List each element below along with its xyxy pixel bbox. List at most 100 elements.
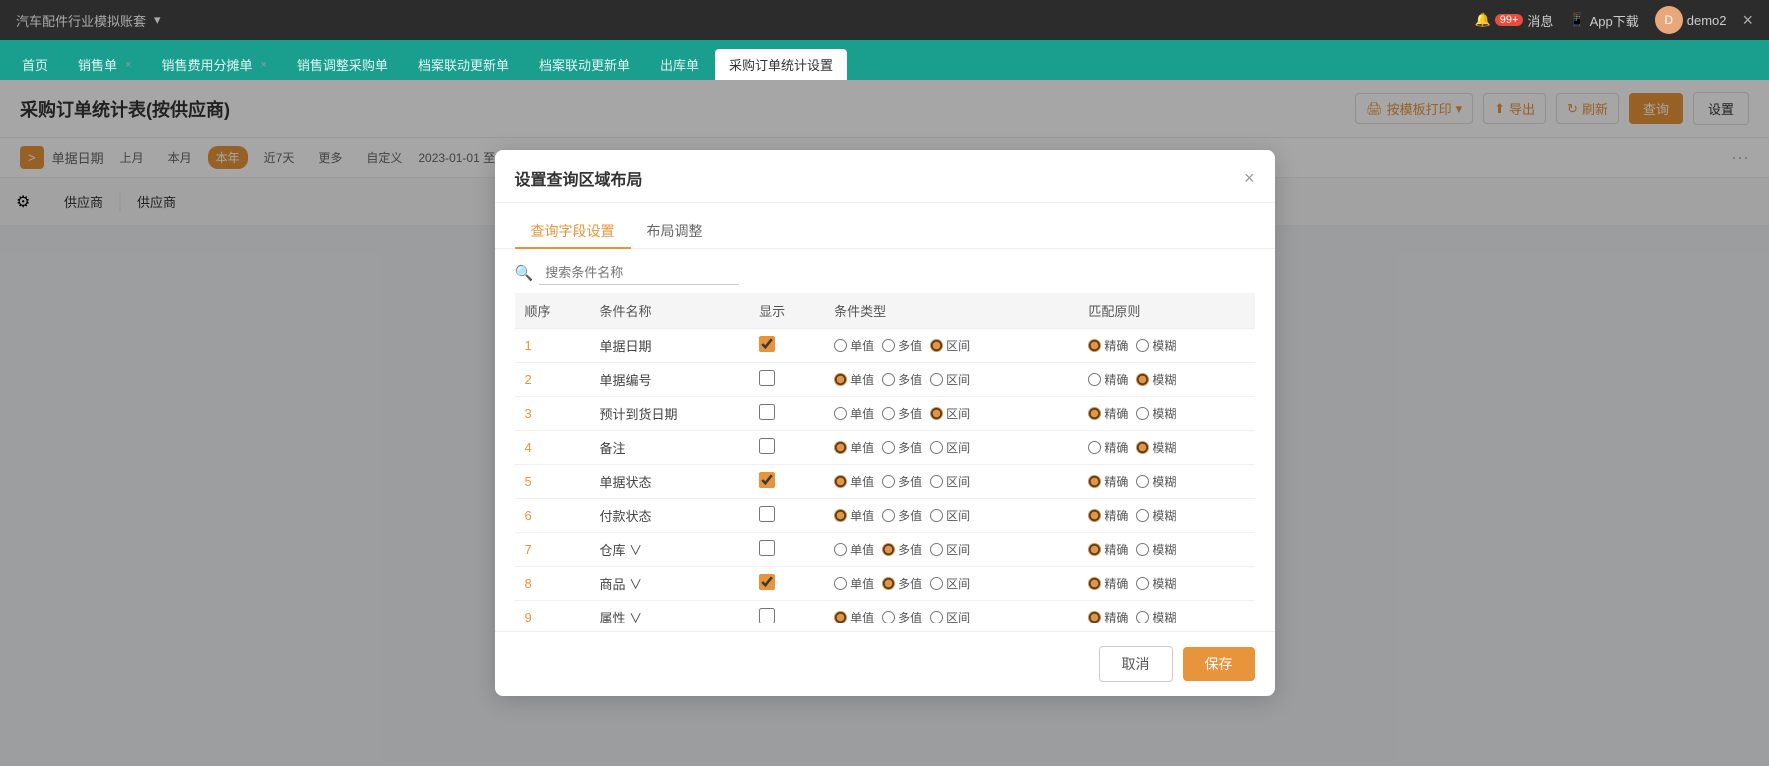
type-radio-item[interactable]: 单值: [834, 575, 874, 592]
match-radio-item[interactable]: 模糊: [1136, 473, 1176, 490]
match-radio-item[interactable]: 精确: [1088, 337, 1128, 354]
cancel-button[interactable]: 取消: [1099, 646, 1173, 682]
type-radio-item[interactable]: 单值: [834, 609, 874, 623]
type-radio-item[interactable]: 多值: [882, 507, 922, 524]
app-download-btn[interactable]: 📱 App下载: [1569, 11, 1638, 30]
row-display-checkbox[interactable]: [749, 567, 824, 601]
search-icon: 🔍: [515, 264, 534, 282]
match-radio-item[interactable]: 精确: [1088, 371, 1128, 388]
dialog-header: 设置查询区域布局 ×: [495, 150, 1275, 203]
app-title: 汽车配件行业模拟账套: [16, 11, 146, 30]
type-radio-item[interactable]: 多值: [882, 337, 922, 354]
row-condition-name: 预计到货日期: [589, 397, 749, 431]
row-type-group: 单值多值区间: [824, 363, 1078, 397]
table-header-row: 顺序 条件名称 显示 条件类型 匹配原则: [515, 293, 1255, 329]
type-radio-item[interactable]: 单值: [834, 371, 874, 388]
type-radio-item[interactable]: 区间: [930, 439, 970, 456]
table-row: 8商品 ∨单值多值区间精确模糊: [515, 567, 1255, 601]
main-content: 采购订单统计表(按供应商) 🖨 按模板打印 ▾ ⬆ 导出 ↻ 刷新 查询 设置 …: [0, 80, 1769, 766]
type-radio-item[interactable]: 区间: [930, 337, 970, 354]
row-match-group: 精确模糊: [1078, 567, 1254, 601]
type-radio-item[interactable]: 区间: [930, 609, 970, 623]
dialog-close-button[interactable]: ×: [1244, 169, 1255, 187]
match-radio-item[interactable]: 精确: [1088, 609, 1128, 623]
row-display-checkbox[interactable]: [749, 465, 824, 499]
row-type-group: 单值多值区间: [824, 397, 1078, 431]
row-display-checkbox[interactable]: [749, 329, 824, 363]
match-radio-item[interactable]: 模糊: [1136, 575, 1176, 592]
nav-tab-outbound[interactable]: 出库单: [646, 49, 713, 80]
row-display-checkbox[interactable]: [749, 601, 824, 624]
type-radio-item[interactable]: 区间: [930, 405, 970, 422]
nav-tab-purchase-stats[interactable]: 采购订单统计设置: [715, 49, 847, 80]
row-num: 6: [515, 499, 590, 533]
match-radio-item[interactable]: 模糊: [1136, 439, 1176, 456]
dialog-tab-query-fields[interactable]: 查询字段设置: [515, 215, 631, 249]
nav-tab-adjust[interactable]: 销售调整采购单: [283, 49, 402, 80]
type-radio-item[interactable]: 区间: [930, 473, 970, 490]
type-radio-item[interactable]: 多值: [882, 405, 922, 422]
type-radio-item[interactable]: 多值: [882, 371, 922, 388]
dialog-body: 查询字段设置 布局调整 🔍 顺序 条件名称 显示: [495, 203, 1275, 623]
type-radio-item[interactable]: 多值: [882, 575, 922, 592]
match-radio-item[interactable]: 精确: [1088, 473, 1128, 490]
match-radio-item[interactable]: 模糊: [1136, 507, 1176, 524]
match-radio-item[interactable]: 模糊: [1136, 609, 1176, 623]
nav-bar: 首页 销售单 × 销售费用分摊单 × 销售调整采购单 档案联动更新单 档案联动更…: [0, 40, 1769, 80]
notification-btn[interactable]: 🔔 99+ 消息: [1475, 11, 1554, 30]
type-radio-item[interactable]: 区间: [930, 541, 970, 558]
tab-label: 出库单: [660, 55, 699, 74]
type-radio-item[interactable]: 区间: [930, 575, 970, 592]
type-radio-item[interactable]: 单值: [834, 473, 874, 490]
nav-tab-sales[interactable]: 销售单 ×: [64, 49, 145, 80]
match-radio-item[interactable]: 模糊: [1136, 405, 1176, 422]
row-display-checkbox[interactable]: [749, 533, 824, 567]
match-radio-item[interactable]: 精确: [1088, 507, 1128, 524]
tab-label: 销售单: [78, 55, 117, 74]
type-radio-item[interactable]: 单值: [834, 507, 874, 524]
row-display-checkbox[interactable]: [749, 431, 824, 465]
settings-dialog: 设置查询区域布局 × 查询字段设置 布局调整 🔍: [495, 150, 1275, 696]
type-radio-item[interactable]: 单值: [834, 439, 874, 456]
match-radio-item[interactable]: 精确: [1088, 405, 1128, 422]
type-radio-item[interactable]: 单值: [834, 337, 874, 354]
row-display-checkbox[interactable]: [749, 363, 824, 397]
row-type-group: 单值多值区间: [824, 601, 1078, 624]
search-input[interactable]: [539, 261, 739, 285]
dialog-tab-layout[interactable]: 布局调整: [631, 215, 719, 249]
nav-tab-archive1[interactable]: 档案联动更新单: [404, 49, 523, 80]
type-radio-item[interactable]: 区间: [930, 371, 970, 388]
tab-close-icon[interactable]: ×: [125, 59, 131, 71]
user-menu-btn[interactable]: D demo2: [1655, 6, 1727, 34]
row-condition-name: 单据编号: [589, 363, 749, 397]
row-num: 1: [515, 329, 590, 363]
top-bar: 汽车配件行业模拟账套 ▾ 🔔 99+ 消息 📱 App下载 D demo2 ×: [0, 0, 1769, 40]
match-radio-item[interactable]: 模糊: [1136, 371, 1176, 388]
save-button[interactable]: 保存: [1183, 647, 1255, 681]
nav-tab-expense[interactable]: 销售费用分摊单 ×: [147, 49, 280, 80]
row-type-group: 单值多值区间: [824, 499, 1078, 533]
dialog-table-wrapper: 顺序 条件名称 显示 条件类型 匹配原则 1单据日期单值多值区间精确模糊2单据编…: [515, 293, 1255, 623]
type-radio-item[interactable]: 单值: [834, 541, 874, 558]
type-radio-item[interactable]: 多值: [882, 473, 922, 490]
row-condition-name: 备注: [589, 431, 749, 465]
match-radio-item[interactable]: 模糊: [1136, 541, 1176, 558]
match-radio-item[interactable]: 模糊: [1136, 337, 1176, 354]
tab-close-icon[interactable]: ×: [260, 59, 266, 71]
row-display-checkbox[interactable]: [749, 397, 824, 431]
type-radio-item[interactable]: 区间: [930, 507, 970, 524]
type-radio-item[interactable]: 多值: [882, 439, 922, 456]
nav-home[interactable]: 首页: [8, 49, 62, 80]
th-name: 条件名称: [589, 293, 749, 329]
match-radio-item[interactable]: 精确: [1088, 541, 1128, 558]
dialog-title: 设置查询区域布局: [515, 166, 643, 190]
type-radio-item[interactable]: 多值: [882, 609, 922, 623]
nav-tab-archive2[interactable]: 档案联动更新单: [525, 49, 644, 80]
dialog-table: 顺序 条件名称 显示 条件类型 匹配原则 1单据日期单值多值区间精确模糊2单据编…: [515, 293, 1255, 623]
close-app-button[interactable]: ×: [1742, 10, 1753, 31]
match-radio-item[interactable]: 精确: [1088, 575, 1128, 592]
row-display-checkbox[interactable]: [749, 499, 824, 533]
match-radio-item[interactable]: 精确: [1088, 439, 1128, 456]
type-radio-item[interactable]: 单值: [834, 405, 874, 422]
type-radio-item[interactable]: 多值: [882, 541, 922, 558]
